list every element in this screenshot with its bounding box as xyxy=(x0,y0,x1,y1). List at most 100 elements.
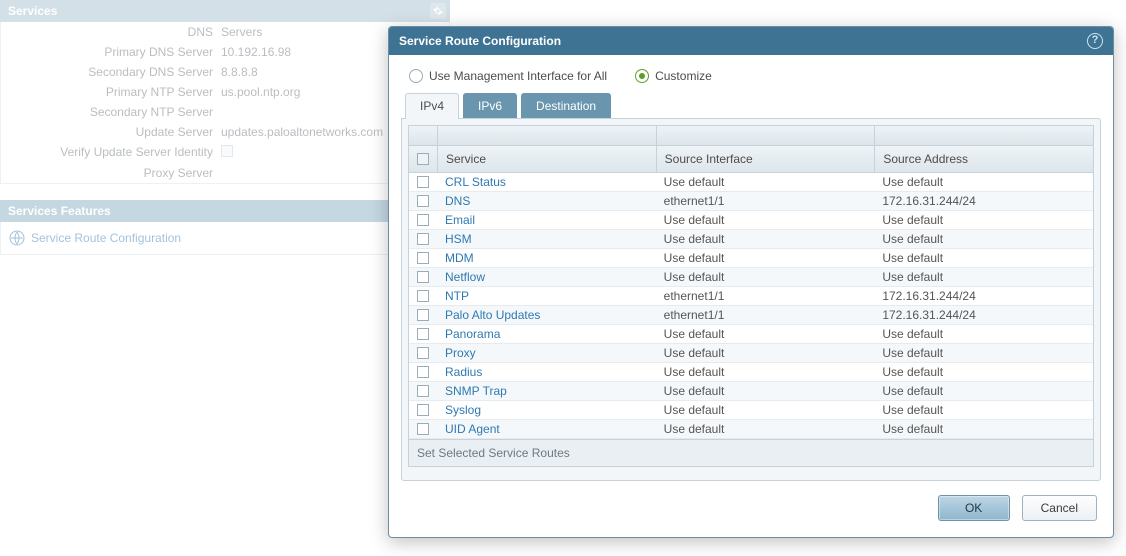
checkbox-icon xyxy=(417,233,429,245)
row-checkbox-cell[interactable] xyxy=(409,328,437,340)
tab-ipv6[interactable]: IPv6 xyxy=(463,93,517,119)
radio-use-management[interactable]: Use Management Interface for All xyxy=(409,69,607,83)
ok-button[interactable]: OK xyxy=(938,495,1010,521)
table-body: CRL StatusUse defaultUse defaultDNSether… xyxy=(409,173,1093,439)
services-panel-title: Services xyxy=(8,4,57,18)
checkbox-icon xyxy=(417,252,429,264)
row-checkbox-cell[interactable] xyxy=(409,404,437,416)
services-row-label: Verify Update Server Identity xyxy=(1,145,221,160)
services-row-label: Update Server xyxy=(1,125,221,139)
service-name[interactable]: Panorama xyxy=(437,327,656,341)
row-checkbox-cell[interactable] xyxy=(409,195,437,207)
checkbox-icon xyxy=(417,271,429,283)
source-interface: Use default xyxy=(656,384,875,398)
table-container: Service Source Interface Source Address … xyxy=(401,118,1101,481)
source-interface: ethernet1/1 xyxy=(656,308,875,322)
source-interface: ethernet1/1 xyxy=(656,289,875,303)
services-row-label: Proxy Server xyxy=(1,166,221,180)
services-panel: Services DNSServersPrimary DNS Server10.… xyxy=(0,0,450,184)
service-name[interactable]: SNMP Trap xyxy=(437,384,656,398)
row-checkbox-cell[interactable] xyxy=(409,214,437,226)
row-checkbox-cell[interactable] xyxy=(409,252,437,264)
col-source-address[interactable]: Source Address xyxy=(874,146,1093,172)
table-row[interactable]: NTPethernet1/1172.16.31.244/24 xyxy=(409,287,1093,306)
table-row[interactable]: SNMP TrapUse defaultUse default xyxy=(409,382,1093,401)
service-name[interactable]: Syslog xyxy=(437,403,656,417)
services-row-label: Primary DNS Server xyxy=(1,45,221,59)
set-selected-service-routes[interactable]: Set Selected Service Routes xyxy=(409,439,1093,466)
source-address: Use default xyxy=(874,175,1093,189)
source-interface: Use default xyxy=(656,365,875,379)
row-checkbox-cell[interactable] xyxy=(409,233,437,245)
select-all-cell[interactable] xyxy=(409,146,437,172)
service-name[interactable]: MDM xyxy=(437,251,656,265)
service-name[interactable]: UID Agent xyxy=(437,422,656,436)
source-interface: Use default xyxy=(656,251,875,265)
services-grid: DNSServersPrimary DNS Server10.192.16.98… xyxy=(0,22,450,184)
row-checkbox-cell[interactable] xyxy=(409,290,437,302)
table-row[interactable]: UID AgentUse defaultUse default xyxy=(409,420,1093,439)
row-checkbox-cell[interactable] xyxy=(409,309,437,321)
service-name[interactable]: Proxy xyxy=(437,346,656,360)
checkbox-icon xyxy=(417,347,429,359)
checkbox-icon[interactable] xyxy=(221,145,233,157)
services-row: Secondary NTP Server xyxy=(1,102,449,122)
source-address: 172.16.31.244/24 xyxy=(874,194,1093,208)
source-address: Use default xyxy=(874,251,1093,265)
service-name[interactable]: Palo Alto Updates xyxy=(437,308,656,322)
row-checkbox-cell[interactable] xyxy=(409,347,437,359)
tab-bar: IPv4 IPv6 Destination xyxy=(405,93,1101,119)
service-name[interactable]: NTP xyxy=(437,289,656,303)
tab-ipv4[interactable]: IPv4 xyxy=(405,93,459,119)
service-name[interactable]: DNS xyxy=(437,194,656,208)
table-row[interactable]: EmailUse defaultUse default xyxy=(409,211,1093,230)
radio-customize[interactable]: Customize xyxy=(635,69,712,83)
row-checkbox-cell[interactable] xyxy=(409,271,437,283)
source-address: Use default xyxy=(874,365,1093,379)
services-row-value: Servers xyxy=(221,25,262,39)
row-checkbox-cell[interactable] xyxy=(409,176,437,188)
table-row[interactable]: RadiusUse defaultUse default xyxy=(409,363,1093,382)
cancel-button[interactable]: Cancel xyxy=(1022,495,1097,521)
table-row[interactable]: ProxyUse defaultUse default xyxy=(409,344,1093,363)
checkbox-icon xyxy=(417,423,429,435)
source-interface: Use default xyxy=(656,346,875,360)
col-service[interactable]: Service xyxy=(437,146,656,172)
gear-icon[interactable] xyxy=(430,3,446,19)
services-row: Secondary DNS Server8.8.8.8 xyxy=(1,62,449,82)
table-row[interactable]: Palo Alto Updatesethernet1/1172.16.31.24… xyxy=(409,306,1093,325)
table-row[interactable]: PanoramaUse defaultUse default xyxy=(409,325,1093,344)
help-icon[interactable]: ? xyxy=(1087,33,1103,49)
service-name[interactable]: Email xyxy=(437,213,656,227)
source-interface: Use default xyxy=(656,422,875,436)
row-checkbox-cell[interactable] xyxy=(409,366,437,378)
table-row[interactable]: MDMUse defaultUse default xyxy=(409,249,1093,268)
table-row[interactable]: SyslogUse defaultUse default xyxy=(409,401,1093,420)
source-interface: Use default xyxy=(656,403,875,417)
service-name[interactable]: Radius xyxy=(437,365,656,379)
table-row[interactable]: HSMUse defaultUse default xyxy=(409,230,1093,249)
checkbox-icon xyxy=(417,366,429,378)
services-row: Verify Update Server Identity xyxy=(1,142,449,163)
source-address: Use default xyxy=(874,422,1093,436)
dialog-titlebar: Service Route Configuration ? xyxy=(389,27,1113,55)
service-route-configuration-link[interactable]: Service Route Configuration xyxy=(31,231,181,245)
checkbox-icon xyxy=(417,214,429,226)
table-row[interactable]: NetflowUse defaultUse default xyxy=(409,268,1093,287)
service-name[interactable]: CRL Status xyxy=(437,175,656,189)
checkbox-icon xyxy=(417,153,429,165)
table-top-strip xyxy=(409,126,1093,146)
col-source-interface[interactable]: Source Interface xyxy=(656,146,875,172)
source-interface: ethernet1/1 xyxy=(656,194,875,208)
row-checkbox-cell[interactable] xyxy=(409,385,437,397)
table-row[interactable]: CRL StatusUse defaultUse default xyxy=(409,173,1093,192)
checkbox-icon xyxy=(417,309,429,321)
table-row[interactable]: DNSethernet1/1172.16.31.244/24 xyxy=(409,192,1093,211)
source-address: Use default xyxy=(874,384,1093,398)
tab-destination[interactable]: Destination xyxy=(521,93,611,119)
row-checkbox-cell[interactable] xyxy=(409,423,437,435)
services-row-value: 10.192.16.98 xyxy=(221,45,291,59)
source-address: Use default xyxy=(874,232,1093,246)
service-name[interactable]: Netflow xyxy=(437,270,656,284)
service-name[interactable]: HSM xyxy=(437,232,656,246)
